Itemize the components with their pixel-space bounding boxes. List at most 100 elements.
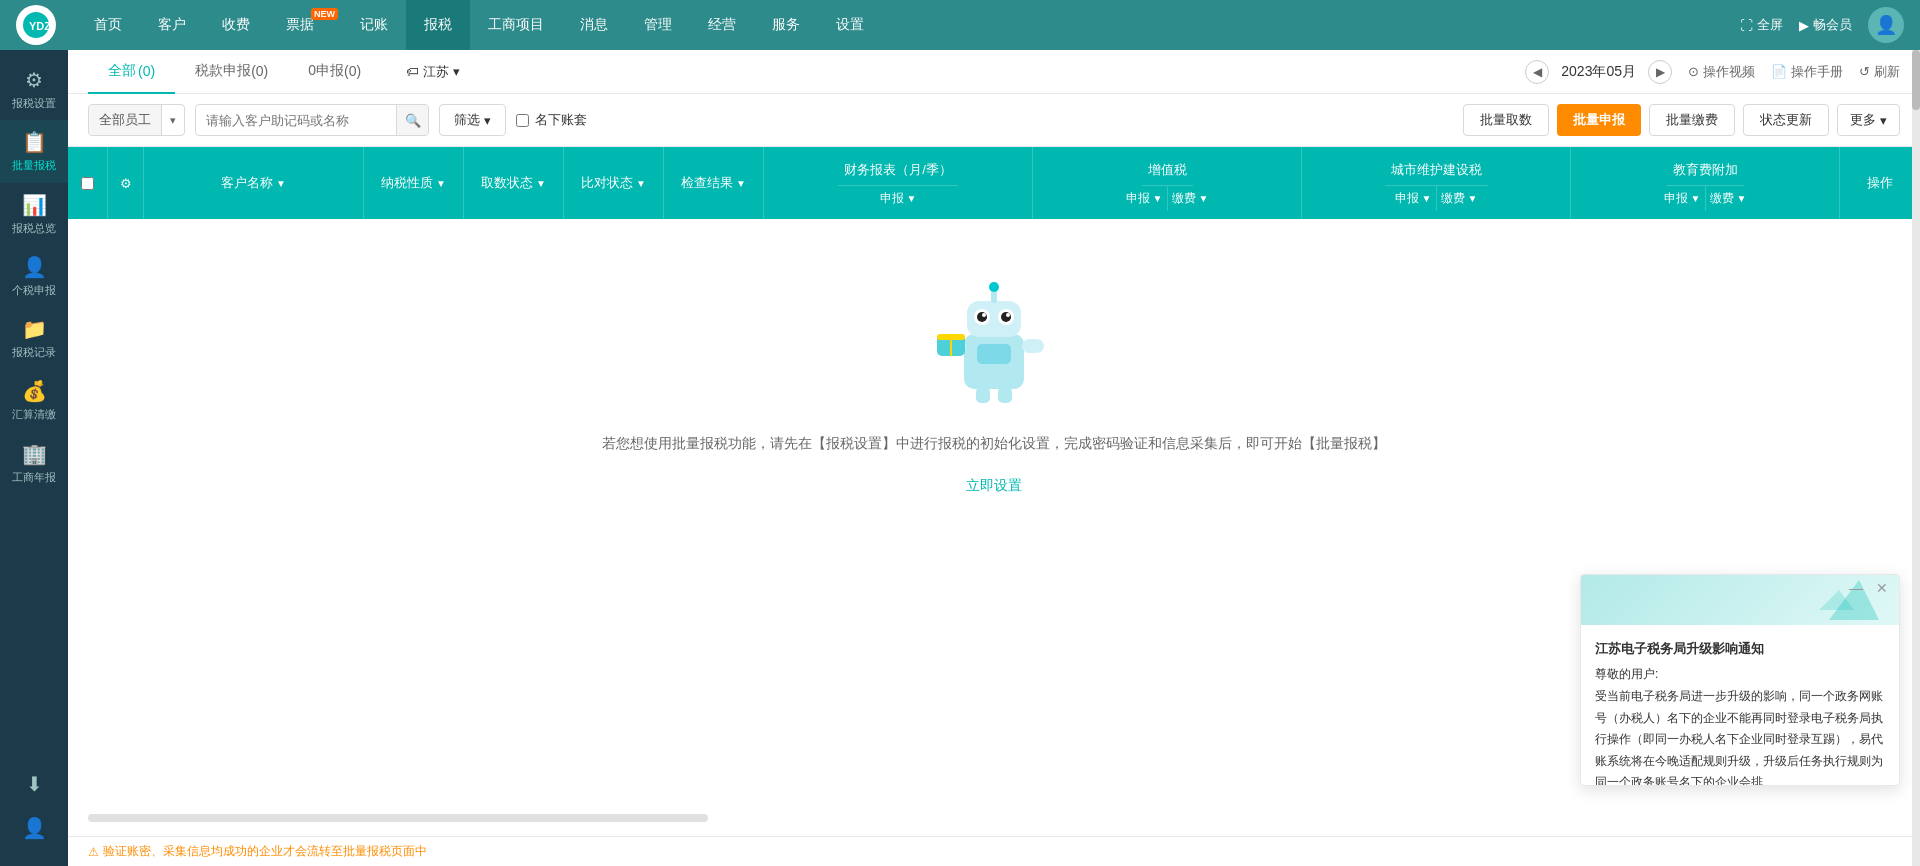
next-month-button[interactable]: ▶ bbox=[1648, 60, 1672, 84]
user-avatar[interactable]: 👤 bbox=[1868, 7, 1904, 43]
nav-services[interactable]: 服务 bbox=[754, 0, 818, 50]
filter-button[interactable]: 筛选 ▾ bbox=[439, 104, 506, 136]
more-button[interactable]: 更多 ▾ bbox=[1837, 104, 1900, 136]
app-logo[interactable]: YDZ bbox=[16, 5, 56, 45]
batch-pay-button[interactable]: 批量缴费 bbox=[1649, 104, 1735, 136]
horizontal-scrollbar[interactable] bbox=[88, 814, 708, 822]
sidebar-label-personal-tax: 个税申报 bbox=[12, 283, 56, 297]
sidebar-item-annual-settlement[interactable]: 💰 汇算清缴 bbox=[0, 369, 68, 431]
search-button[interactable]: 🔍 bbox=[396, 104, 428, 136]
sidebar-item-download[interactable]: ⬇ bbox=[0, 762, 68, 806]
sidebar-label-tax-records: 报税记录 bbox=[12, 345, 56, 359]
nav-billing[interactable]: 收费 bbox=[204, 0, 268, 50]
finance-declare-filter[interactable]: ▼ bbox=[907, 193, 917, 204]
th-action: 操作 bbox=[1840, 147, 1920, 219]
vat-declare-filter[interactable]: ▼ bbox=[1153, 193, 1163, 204]
employee-filter[interactable]: 全部员工 ▾ bbox=[88, 104, 185, 136]
nav-bookkeeping[interactable]: 记账 bbox=[342, 0, 406, 50]
sidebar-item-profile[interactable]: 👤 bbox=[0, 806, 68, 850]
tab-all[interactable]: 全部(0) bbox=[88, 50, 175, 94]
toolbar: 全部员工 ▾ 🔍 筛选 ▾ 名下账套 批量取数 批量申报 bbox=[68, 94, 1920, 147]
edu-declare-filter[interactable]: ▼ bbox=[1691, 193, 1701, 204]
fullscreen-icon: ⛶ bbox=[1740, 18, 1753, 33]
region-selector[interactable]: 🏷 江苏 ▾ bbox=[406, 63, 460, 81]
city-pay-filter[interactable]: ▼ bbox=[1468, 193, 1478, 204]
nav-customer[interactable]: 客户 bbox=[140, 0, 204, 50]
nav-tax[interactable]: 报税 bbox=[406, 0, 470, 50]
notification-expand-button[interactable]: — bbox=[1847, 579, 1865, 597]
refresh-button[interactable]: ↺ 刷新 bbox=[1859, 63, 1900, 81]
named-accounts-check[interactable] bbox=[516, 114, 529, 127]
employee-filter-arrow[interactable]: ▾ bbox=[162, 105, 184, 135]
tab-zero-declare[interactable]: 0申报(0) bbox=[288, 50, 381, 94]
setup-link[interactable]: 立即设置 bbox=[966, 477, 1022, 495]
more-chevron-icon: ▾ bbox=[1880, 113, 1887, 128]
fullscreen-button[interactable]: ⛶ 全屏 bbox=[1740, 16, 1783, 34]
search-input[interactable] bbox=[196, 113, 396, 128]
nav-messages[interactable]: 消息 bbox=[562, 0, 626, 50]
status-bar: ⚠ 验证账密、采集信息均成功的企业才会流转至批量报税页面中 bbox=[68, 836, 1912, 866]
prev-month-button[interactable]: ◀ bbox=[1525, 60, 1549, 84]
taxtype-filter-icon[interactable]: ▼ bbox=[436, 178, 446, 189]
month-navigator: ◀ 2023年05月 ▶ bbox=[1525, 60, 1672, 84]
th-check-result: 检查结果 ▼ bbox=[664, 147, 764, 219]
sidebar-label-tax-settings: 报税设置 bbox=[12, 96, 56, 110]
notification-top-bar: — ✕ bbox=[1839, 575, 1899, 601]
nav-business[interactable]: 工商项目 bbox=[470, 0, 562, 50]
checkres-filter-icon[interactable]: ▼ bbox=[736, 178, 746, 189]
sidebar-item-batch-tax[interactable]: 📋 批量报税 bbox=[0, 120, 68, 182]
right-scrollbar[interactable] bbox=[1912, 50, 1920, 866]
name-filter-icon[interactable]: ▼ bbox=[276, 178, 286, 189]
vat-pay-filter[interactable]: ▼ bbox=[1199, 193, 1209, 204]
member-button[interactable]: ▶ 畅会员 bbox=[1799, 16, 1852, 34]
nav-management[interactable]: 管理 bbox=[626, 0, 690, 50]
th-gear[interactable]: ⚙ bbox=[108, 147, 144, 219]
named-accounts-checkbox[interactable]: 名下账套 bbox=[516, 111, 587, 129]
batch-declare-button[interactable]: 批量申报 bbox=[1557, 104, 1641, 136]
th-vat-pay: 缴费 ▼ bbox=[1168, 186, 1213, 211]
select-all-checkbox[interactable] bbox=[81, 177, 94, 190]
operation-manual-link[interactable]: 📄 操作手册 bbox=[1771, 63, 1843, 81]
sidebar-item-personal-tax[interactable]: 👤 个税申报 bbox=[0, 245, 68, 307]
table-header: ⚙ 客户名称 ▼ 纳税性质 ▼ 取数状态 ▼ 比对状态 ▼ bbox=[68, 147, 1920, 219]
toolbar-right-actions: 批量取数 批量申报 批量缴费 状态更新 更多 ▾ bbox=[1463, 104, 1900, 136]
notification-title: 江苏电子税务局升级影响通知 bbox=[1595, 637, 1885, 660]
status-warning: ⚠ 验证账密、采集信息均成功的企业才会流转至批量报税页面中 bbox=[88, 843, 427, 860]
tab-tax-declare[interactable]: 税款申报(0) bbox=[175, 50, 288, 94]
compare-filter-icon[interactable]: ▼ bbox=[636, 178, 646, 189]
notification-close-button[interactable]: ✕ bbox=[1873, 579, 1891, 597]
sidebar-item-tax-records[interactable]: 📁 报税记录 bbox=[0, 307, 68, 369]
operation-video-link[interactable]: ⊙ 操作视频 bbox=[1688, 63, 1755, 81]
gear-icon: ⚙ bbox=[120, 176, 132, 191]
nav-settings[interactable]: 设置 bbox=[818, 0, 882, 50]
city-declare-filter[interactable]: ▼ bbox=[1422, 193, 1432, 204]
new-badge: NEW bbox=[311, 8, 338, 20]
avatar-icon: 👤 bbox=[1875, 14, 1897, 36]
nav-operations[interactable]: 经营 bbox=[690, 0, 754, 50]
filter-chevron-icon: ▾ bbox=[484, 113, 491, 128]
batch-fetch-button[interactable]: 批量取数 bbox=[1463, 104, 1549, 136]
scrollbar-thumb[interactable] bbox=[1912, 50, 1920, 110]
sidebar-label-tax-overview: 报税总览 bbox=[12, 221, 56, 235]
th-fetch-status: 取数状态 ▼ bbox=[464, 147, 564, 219]
th-city-tax: 城市维护建设税 申报 ▼ 缴费 ▼ bbox=[1302, 147, 1571, 219]
edu-pay-filter[interactable]: ▼ bbox=[1737, 193, 1747, 204]
notification-greeting: 尊敬的用户: bbox=[1595, 664, 1885, 686]
nav-home[interactable]: 首页 bbox=[76, 0, 140, 50]
th-city-declare: 申报 ▼ bbox=[1391, 186, 1437, 211]
sidebar-item-tax-settings[interactable]: ⚙ 报税设置 bbox=[0, 58, 68, 120]
robot-illustration bbox=[929, 279, 1059, 409]
sidebar-item-annual-report[interactable]: 🏢 工商年报 bbox=[0, 432, 68, 494]
sidebar-item-tax-overview[interactable]: 📊 报税总览 bbox=[0, 183, 68, 245]
tax-overview-icon: 📊 bbox=[22, 193, 47, 217]
tax-records-icon: 📁 bbox=[22, 317, 47, 341]
svg-rect-12 bbox=[977, 344, 1011, 364]
status-update-button[interactable]: 状态更新 bbox=[1743, 104, 1829, 136]
download-icon: ⬇ bbox=[26, 772, 43, 796]
nav-invoice[interactable]: 票据 NEW bbox=[268, 0, 342, 50]
top-nav-right: ⛶ 全屏 ▶ 畅会员 👤 bbox=[1740, 7, 1904, 43]
search-wrap: 🔍 bbox=[195, 104, 429, 136]
fetch-filter-icon[interactable]: ▼ bbox=[536, 178, 546, 189]
manual-icon: 📄 bbox=[1771, 64, 1787, 79]
sidebar-bottom: ⬇ 👤 bbox=[0, 762, 68, 866]
